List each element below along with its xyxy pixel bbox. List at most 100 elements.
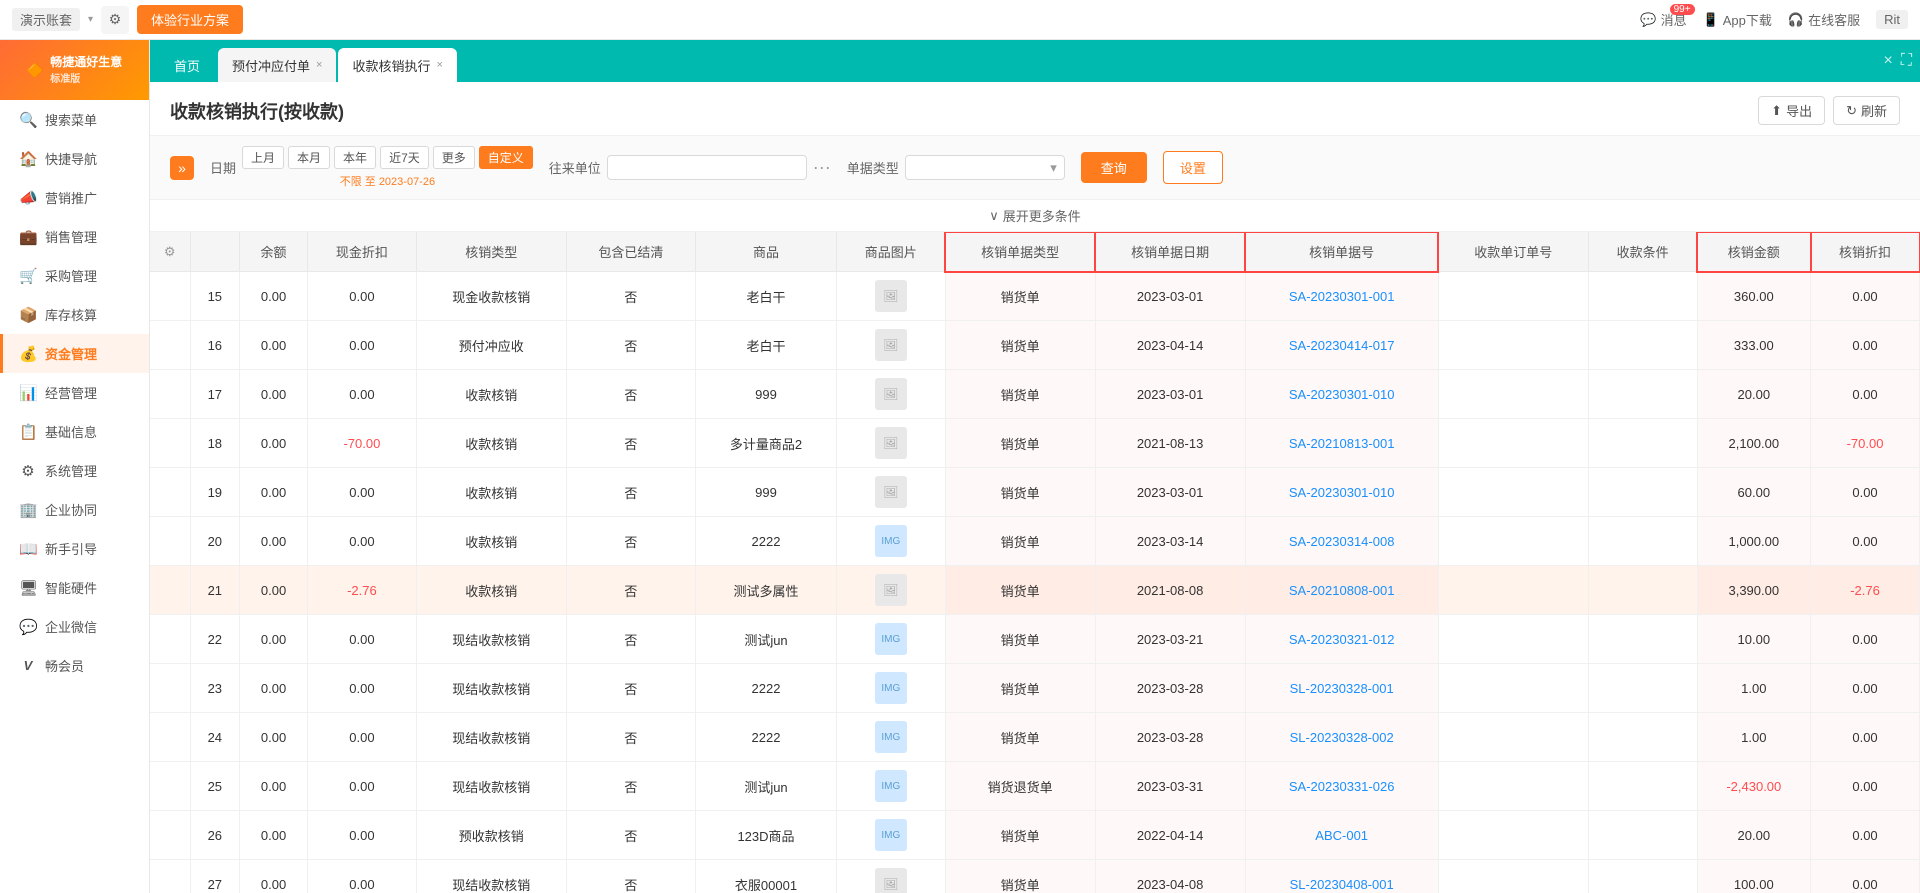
product-image: 🖼 bbox=[875, 868, 907, 893]
tab-prepay-close[interactable]: × bbox=[316, 59, 322, 71]
cell-balance: 0.00 bbox=[240, 321, 308, 370]
th-gear[interactable]: ⚙ bbox=[150, 232, 190, 272]
writeoff-number-link[interactable]: SA-20210808-001 bbox=[1289, 583, 1395, 598]
sidebar-label-enterprise: 企业协同 bbox=[45, 500, 97, 519]
table-row: 27 0.00 0.00 现结收款核销 否 衣服00001 🖼 销货单 2023… bbox=[150, 860, 1920, 893]
cell-cash-discount: 0.00 bbox=[307, 762, 416, 811]
writeoff-number-link[interactable]: SA-20230314-008 bbox=[1289, 534, 1395, 549]
sidebar-label-basic: 基础信息 bbox=[45, 422, 97, 441]
cell-balance: 0.00 bbox=[240, 615, 308, 664]
expand-more-button[interactable]: ∨ 展开更多条件 bbox=[989, 206, 1081, 225]
cell-writeoff-discount: 0.00 bbox=[1811, 811, 1920, 860]
cell-product-img: IMG bbox=[836, 517, 945, 566]
product-image: IMG bbox=[875, 525, 907, 557]
date-btn-last-month[interactable]: 上月 bbox=[242, 146, 284, 169]
sidebar-item-basic[interactable]: 📋 基础信息 bbox=[0, 412, 149, 451]
cell-cash-discount: 0.00 bbox=[307, 713, 416, 762]
date-btn-7days[interactable]: 近7天 bbox=[380, 146, 429, 169]
app-download[interactable]: 📱 App下载 bbox=[1703, 10, 1772, 29]
cell-row-num: 21 bbox=[190, 566, 240, 615]
cell-included-settled: 否 bbox=[566, 762, 695, 811]
refresh-button[interactable]: ↻ 刷新 bbox=[1833, 96, 1900, 125]
message-badge[interactable]: 💬 消息 99+ bbox=[1640, 10, 1686, 29]
hardware-icon: 🖥 bbox=[19, 579, 37, 597]
cell-cash-discount: 0.00 bbox=[307, 860, 416, 893]
sidebar-item-enterprise[interactable]: 🏢 企业协同 bbox=[0, 490, 149, 529]
product-image: 🖼 bbox=[875, 280, 907, 312]
sidebar-item-marketing[interactable]: 📣 营销推广 bbox=[0, 178, 149, 217]
cell-collection-order bbox=[1438, 468, 1588, 517]
gear-icon: ⚙ bbox=[109, 11, 122, 28]
cell-collection-order bbox=[1438, 762, 1588, 811]
cell-writeoff-voucher-type: 销货单 bbox=[945, 566, 1095, 615]
export-button[interactable]: ⬆ 导出 bbox=[1758, 96, 1825, 125]
partner-input[interactable] bbox=[607, 155, 807, 180]
sidebar-item-search[interactable]: 🔍 搜索菜单 bbox=[0, 100, 149, 139]
tab-prepay[interactable]: 预付冲应付单 × bbox=[218, 48, 336, 82]
writeoff-number-link[interactable]: SA-20230301-001 bbox=[1289, 289, 1395, 304]
cell-writeoff-voucher-type: 销货单 bbox=[945, 272, 1095, 321]
cell-writeoff-voucher-type: 销货单 bbox=[945, 468, 1095, 517]
partner-search-icon[interactable]: ··· bbox=[813, 157, 831, 178]
cell-included-settled: 否 bbox=[566, 713, 695, 762]
sidebar-item-wechat[interactable]: 💬 企业微信 bbox=[0, 607, 149, 646]
cell-cash-discount: -70.00 bbox=[307, 419, 416, 468]
filter-partner-group: 往来单位 ··· bbox=[549, 155, 831, 180]
cell-gear bbox=[150, 664, 190, 713]
sidebar-item-purchase[interactable]: 🛒 采购管理 bbox=[0, 256, 149, 295]
product-image: IMG bbox=[875, 770, 907, 802]
sidebar-item-member[interactable]: V 畅会员 bbox=[0, 646, 149, 685]
writeoff-number-link[interactable]: SL-20230328-001 bbox=[1290, 681, 1394, 696]
sidebar-item-hardware[interactable]: 🖥 智能硬件 bbox=[0, 568, 149, 607]
writeoff-number-link[interactable]: SA-20210813-001 bbox=[1289, 436, 1395, 451]
th-collection-condition: 收款条件 bbox=[1588, 232, 1697, 272]
date-btn-more[interactable]: 更多 bbox=[433, 146, 475, 169]
company-dropdown-icon[interactable]: ▾ bbox=[88, 14, 93, 25]
sidebar-item-inventory[interactable]: 📦 库存核算 bbox=[0, 295, 149, 334]
date-btn-this-year[interactable]: 本年 bbox=[334, 146, 376, 169]
cell-writeoff-discount: 0.00 bbox=[1811, 615, 1920, 664]
writeoff-number-link[interactable]: SA-20230301-010 bbox=[1289, 387, 1395, 402]
tab-expand-icon[interactable]: ⛶ bbox=[1901, 52, 1912, 70]
date-btn-custom[interactable]: 自定义 bbox=[479, 146, 533, 169]
sidebar-item-guide[interactable]: 📖 新手引导 bbox=[0, 529, 149, 568]
cell-product: 老白干 bbox=[696, 272, 837, 321]
cell-writeoff-date: 2023-03-14 bbox=[1095, 517, 1245, 566]
sidebar-item-sales[interactable]: 💼 销售管理 bbox=[0, 217, 149, 256]
query-button[interactable]: 查询 bbox=[1081, 152, 1147, 183]
cell-writeoff-number: SL-20230408-001 bbox=[1245, 860, 1438, 893]
date-btn-this-month[interactable]: 本月 bbox=[288, 146, 330, 169]
app-name: 畅捷通好生意 bbox=[50, 55, 122, 71]
sidebar-label-member: 畅会员 bbox=[45, 656, 84, 675]
cell-row-num: 20 bbox=[190, 517, 240, 566]
filter-settings-button[interactable]: 设置 bbox=[1163, 151, 1223, 184]
writeoff-number-link[interactable]: ABC-001 bbox=[1315, 828, 1368, 843]
cell-writeoff-amount: 2,100.00 bbox=[1697, 419, 1810, 468]
cell-product-img: 🖼 bbox=[836, 272, 945, 321]
sidebar-item-quick-nav[interactable]: 🏠 快捷导航 bbox=[0, 139, 149, 178]
tab-close-icon[interactable]: × bbox=[1883, 52, 1892, 70]
trial-button[interactable]: 体验行业方案 bbox=[137, 5, 243, 34]
writeoff-number-link[interactable]: SL-20230328-002 bbox=[1290, 730, 1394, 745]
user-name[interactable]: Rit bbox=[1876, 10, 1908, 29]
writeoff-number-link[interactable]: SL-20230408-001 bbox=[1290, 877, 1394, 892]
sidebar-item-finance[interactable]: 💰 资金管理 bbox=[0, 334, 149, 373]
cell-product-img: 🖼 bbox=[836, 370, 945, 419]
system-icon: ⚙ bbox=[19, 462, 37, 480]
voucher-type-select[interactable] bbox=[905, 155, 1065, 180]
tab-collection[interactable]: 收款核销执行 × bbox=[338, 48, 456, 82]
message-count: 99+ bbox=[1670, 4, 1695, 15]
cell-writeoff-voucher-type: 销货单 bbox=[945, 370, 1095, 419]
sidebar-item-operation[interactable]: 📊 经营管理 bbox=[0, 373, 149, 412]
writeoff-number-link[interactable]: SA-20230301-010 bbox=[1289, 485, 1395, 500]
sidebar-item-system[interactable]: ⚙ 系统管理 bbox=[0, 451, 149, 490]
writeoff-number-link[interactable]: SA-20230331-026 bbox=[1289, 779, 1395, 794]
tab-collection-close[interactable]: × bbox=[436, 59, 442, 71]
online-service[interactable]: 🎧 在线客服 bbox=[1788, 10, 1860, 29]
filter-expand-button[interactable]: » bbox=[170, 156, 194, 180]
settings-button[interactable]: ⚙ bbox=[101, 6, 129, 34]
writeoff-number-link[interactable]: SA-20230321-012 bbox=[1289, 632, 1395, 647]
writeoff-number-link[interactable]: SA-20230414-017 bbox=[1289, 338, 1395, 353]
tab-home[interactable]: 首页 bbox=[158, 48, 216, 82]
cell-writeoff-voucher-type: 销货单 bbox=[945, 517, 1095, 566]
